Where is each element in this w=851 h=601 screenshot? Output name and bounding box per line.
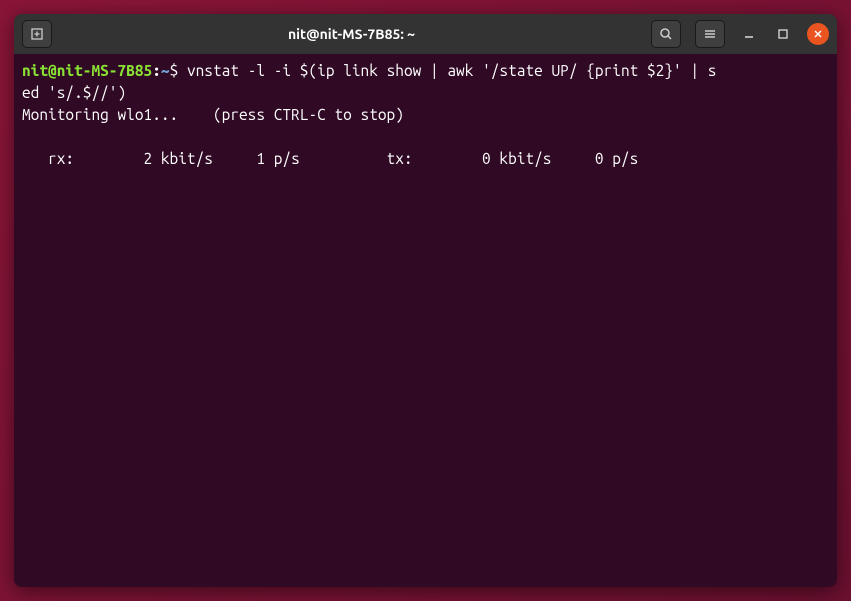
terminal-window: nit@nit-MS-7B85: ~	[14, 14, 837, 587]
prompt-colon: :	[152, 62, 161, 79]
terminal-body[interactable]: nit@nit-MS-7B85:~$ vnstat -l -i $(ip lin…	[14, 54, 837, 587]
minimize-button[interactable]	[739, 24, 759, 44]
command-line-1: vnstat -l -i $(ip link show | awk '/stat…	[178, 62, 716, 79]
maximize-icon	[777, 28, 789, 40]
maximize-button[interactable]	[773, 24, 793, 44]
output-stats: rx: 2 kbit/s 1 p/s tx: 0 kbit/s 0 p/s	[22, 150, 638, 167]
prompt-symbol: $	[170, 62, 179, 79]
new-tab-icon	[30, 27, 44, 41]
titlebar-right-controls	[651, 20, 829, 48]
minimize-icon	[743, 28, 755, 40]
hamburger-icon	[703, 27, 717, 41]
titlebar: nit@nit-MS-7B85: ~	[14, 14, 837, 54]
prompt-path: ~	[161, 62, 170, 79]
titlebar-left-controls	[22, 20, 52, 48]
new-tab-button[interactable]	[22, 20, 52, 48]
prompt-user-host: nit@nit-MS-7B85	[22, 62, 152, 79]
close-icon	[813, 29, 823, 39]
output-monitoring: Monitoring wlo1... (press CTRL-C to stop…	[22, 106, 404, 123]
search-button[interactable]	[651, 20, 681, 48]
search-icon	[659, 27, 673, 41]
menu-button[interactable]	[695, 20, 725, 48]
close-button[interactable]	[807, 23, 829, 45]
window-title: nit@nit-MS-7B85: ~	[58, 26, 645, 42]
command-line-2: ed 's/.$//')	[22, 84, 126, 101]
